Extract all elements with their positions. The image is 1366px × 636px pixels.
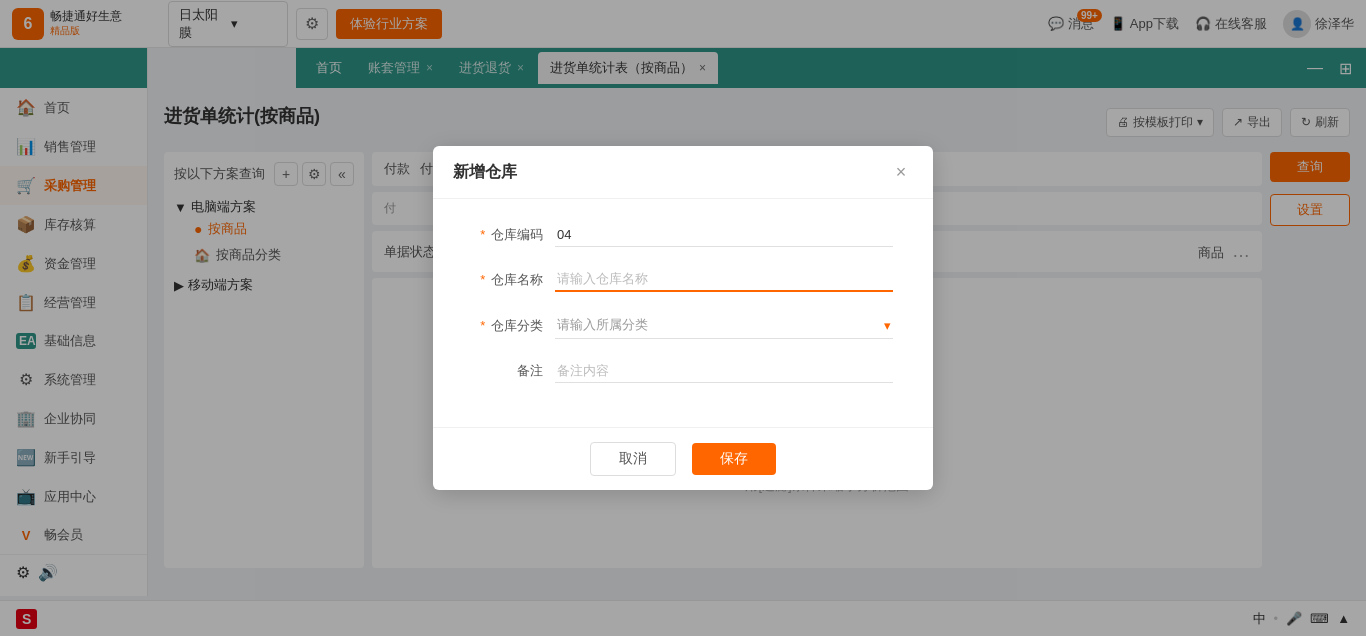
form-row-remark: 备注 [473,359,893,383]
cancel-button[interactable]: 取消 [590,442,676,476]
modal-body: * 仓库编码 * 仓库名称 * 仓库分类 请输入所属 [433,199,933,427]
remark-input[interactable] [555,359,893,383]
form-row-category: * 仓库分类 请输入所属分类 ▾ [473,312,893,339]
form-row-code: * 仓库编码 [473,223,893,247]
name-input[interactable] [555,267,893,292]
modal-title: 新增仓库 [453,162,517,183]
category-placeholder: 请输入所属分类 [557,316,648,334]
name-label: * 仓库名称 [473,271,543,289]
code-input[interactable] [555,223,893,247]
modal-close-button[interactable]: × [889,160,913,184]
category-select[interactable]: 请输入所属分类 ▾ [555,312,893,339]
save-button[interactable]: 保存 [692,443,776,475]
warehouse-modal: 新增仓库 × * 仓库编码 * 仓库名称 [433,146,933,490]
modal-footer: 取消 保存 [433,427,933,490]
form-row-name: * 仓库名称 [473,267,893,292]
modal-header: 新增仓库 × [433,146,933,199]
modal-overlay[interactable]: 新增仓库 × * 仓库编码 * 仓库名称 [0,0,1366,596]
category-label: * 仓库分类 [473,317,543,335]
category-chevron-icon: ▾ [884,318,891,333]
code-label: * 仓库编码 [473,226,543,244]
remark-label: 备注 [473,362,543,380]
